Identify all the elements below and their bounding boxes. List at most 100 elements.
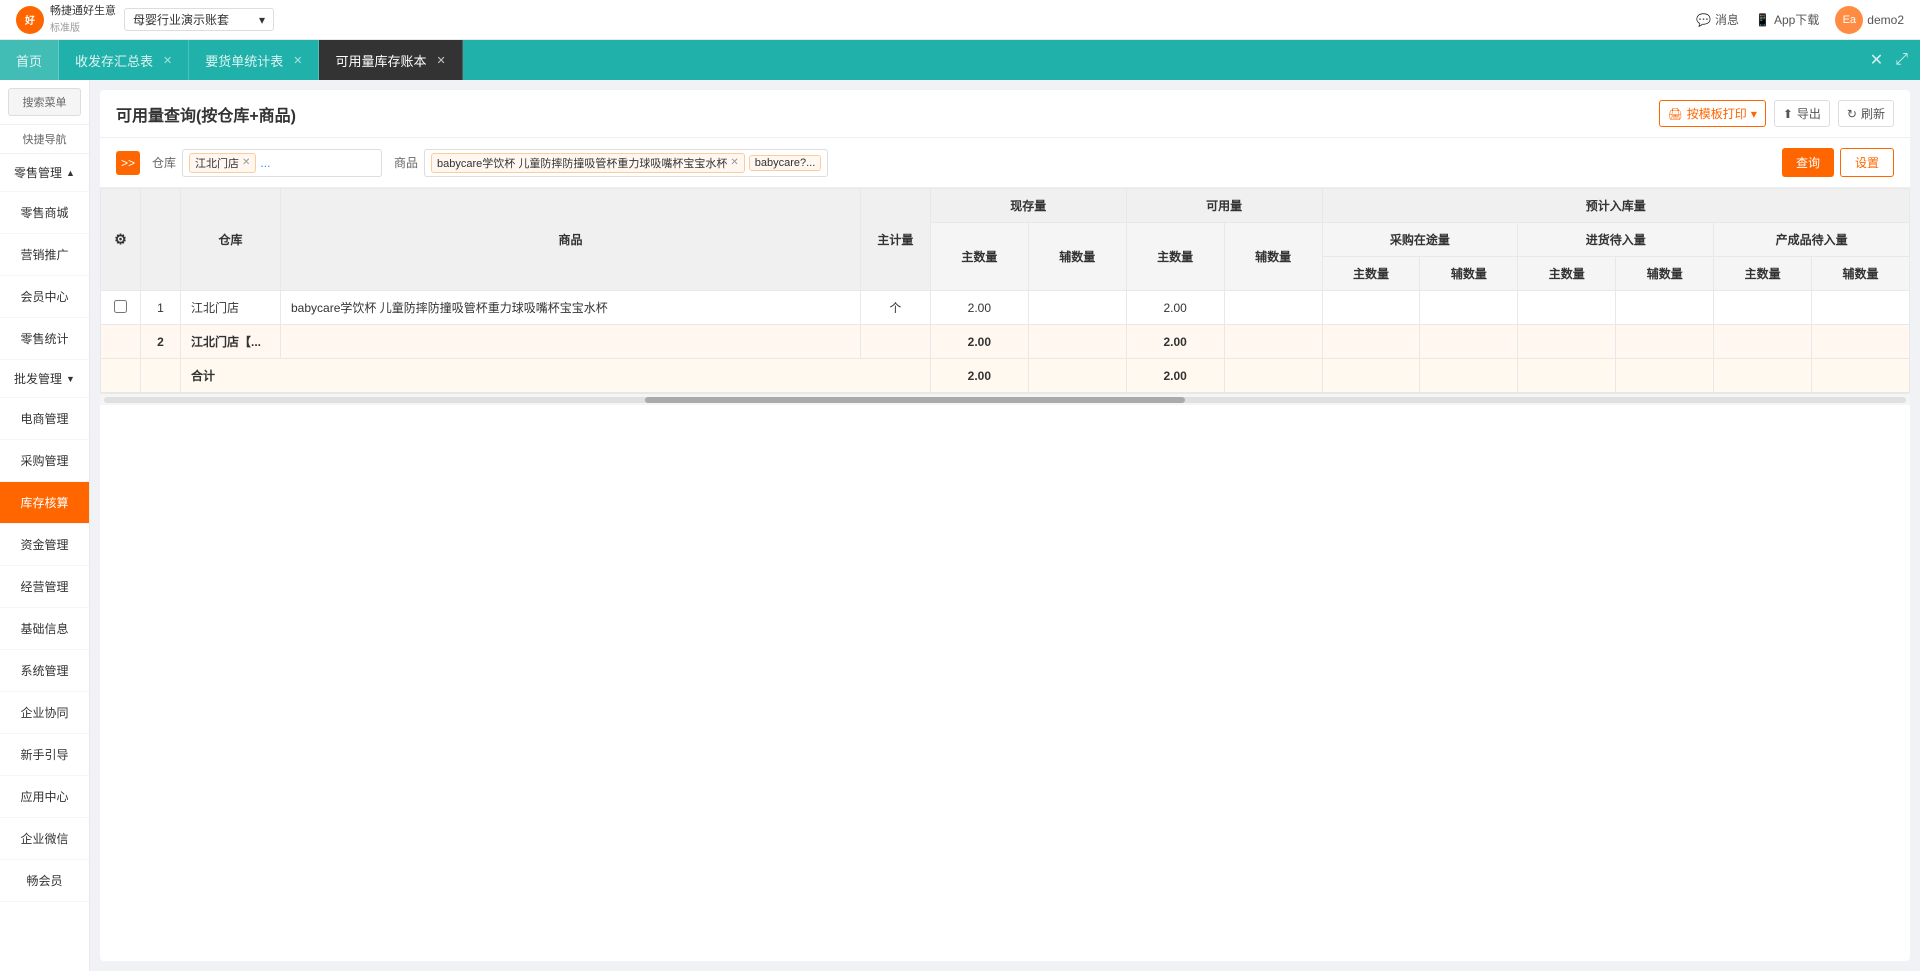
footer-purchase-main-qty bbox=[1322, 359, 1420, 393]
table-row: 1 江北门店 babycare学饮杯 儿童防摔防撞吸管杯重力球吸嘴杯宝宝水杯 个… bbox=[101, 291, 1910, 325]
th-product-aux-qty: 辅数量 bbox=[1812, 257, 1910, 291]
top-bar-left: 好 畅捷通好生意 标准版 母婴行业演示账套 ▾ bbox=[16, 5, 274, 33]
footer-current-aux-qty bbox=[1028, 359, 1126, 393]
sidebar-item-retail-mall-label: 零售商城 bbox=[20, 204, 68, 221]
th-settings[interactable]: ⚙ bbox=[101, 189, 141, 291]
th-available-main-qty: 主数量 bbox=[1126, 223, 1224, 291]
search-menu-btn[interactable]: 搜索菜单 bbox=[8, 88, 81, 116]
refresh-label: 刷新 bbox=[1861, 105, 1885, 122]
sidebar-item-retail-mall[interactable]: 零售商城 bbox=[0, 192, 89, 234]
close-all-tabs-btn[interactable]: ✕ bbox=[1866, 50, 1887, 70]
sidebar-item-member[interactable]: 畅会员 bbox=[0, 860, 89, 902]
th-row-num bbox=[141, 189, 181, 291]
sidebar-item-inventory-check[interactable]: 库存核算 bbox=[0, 482, 89, 524]
refresh-btn[interactable]: ↻ 刷新 bbox=[1838, 100, 1894, 127]
chevron-down-icon: ▾ bbox=[259, 13, 265, 27]
tab-home-label: 首页 bbox=[16, 51, 42, 70]
maximize-btn[interactable]: ⤢ bbox=[1891, 51, 1912, 69]
th-available-qty: 可用量 bbox=[1126, 189, 1322, 223]
print-template-btn[interactable]: 🖨 按模板打印 ▾ bbox=[1659, 100, 1766, 127]
product-input[interactable]: babycare学饮杯 儿童防摔防撞吸管杯重力球吸嘴杯宝宝水杯 ✕ babyca… bbox=[424, 149, 828, 177]
cell-checkbox[interactable] bbox=[101, 291, 141, 325]
footer-inbound-aux-qty bbox=[1616, 359, 1714, 393]
expand-icon: >> bbox=[121, 156, 135, 170]
logo-text-block: 畅捷通好生意 标准版 bbox=[50, 5, 116, 33]
cell-current-aux-qty-2 bbox=[1028, 325, 1126, 359]
sidebar-item-purchase-mgmt[interactable]: 采购管理 bbox=[0, 440, 89, 482]
filter-expand-btn[interactable]: >> bbox=[116, 151, 140, 175]
row-checkbox[interactable] bbox=[114, 300, 127, 313]
logo-text: 畅捷通好生意 bbox=[50, 5, 116, 18]
tab-home[interactable]: 首页 bbox=[0, 40, 59, 80]
warehouse-tag-close[interactable]: ✕ bbox=[242, 157, 250, 168]
sidebar-item-retail-stats-label: 零售统计 bbox=[20, 330, 68, 347]
message-icon: 💬 bbox=[1696, 13, 1711, 27]
tab-receipts[interactable]: 收发存汇总表 ✕ bbox=[59, 40, 189, 80]
top-bar-right: 💬 消息 📱 App下载 Ea demo2 bbox=[1696, 6, 1904, 34]
cell-product-main-qty-2 bbox=[1714, 325, 1812, 359]
tab-available-stock-label: 可用量库存账本 bbox=[335, 51, 426, 70]
warehouse-label: 仓库 bbox=[152, 154, 176, 171]
sidebar-item-marketing[interactable]: 营销推广 bbox=[0, 234, 89, 276]
logo-sub: 标准版 bbox=[50, 19, 116, 34]
sidebar-item-new-guide-label: 新手引导 bbox=[20, 746, 68, 763]
cell-current-main-qty-2: 2.00 bbox=[930, 325, 1028, 359]
export-icon: ⬆ bbox=[1783, 107, 1793, 121]
sidebar-item-basic-info[interactable]: 基础信息 bbox=[0, 608, 89, 650]
footer-label: 合计 bbox=[181, 359, 931, 393]
printer-icon: 🖨 bbox=[1668, 107, 1683, 121]
content-area: 可用量查询(按仓库+商品) 🖨 按模板打印 ▾ ⬆ 导出 ↻ 刷新 bbox=[90, 80, 1920, 971]
sidebar-item-enterprise-collab-label: 企业协同 bbox=[20, 704, 68, 721]
tab-receipts-close[interactable]: ✕ bbox=[163, 54, 172, 67]
sidebar-item-basic-info-label: 基础信息 bbox=[20, 620, 68, 637]
page-title: 可用量查询(按仓库+商品) bbox=[116, 102, 296, 126]
footer-current-main-qty: 2.00 bbox=[930, 359, 1028, 393]
product-tag-1-close[interactable]: ✕ bbox=[730, 157, 738, 168]
sidebar-item-app-center-label: 应用中心 bbox=[20, 788, 68, 805]
sidebar-item-finance-mgmt[interactable]: 资金管理 bbox=[0, 524, 89, 566]
table-container: ⚙ 仓库 商品 主计量 现存量 可用量 预计入库量 主数量 辅数量 主数量 bbox=[100, 188, 1910, 961]
sidebar-item-system-mgmt[interactable]: 系统管理 bbox=[0, 650, 89, 692]
industry-selector[interactable]: 母婴行业演示账套 ▾ bbox=[124, 8, 274, 31]
scroll-track bbox=[104, 397, 1906, 403]
sidebar-item-app-center[interactable]: 应用中心 bbox=[0, 776, 89, 818]
th-purchase-main-qty: 主数量 bbox=[1322, 257, 1420, 291]
query-btn[interactable]: 查询 bbox=[1782, 148, 1834, 177]
quick-nav-btn[interactable]: 快捷导航 bbox=[0, 125, 89, 154]
page-actions: 🖨 按模板打印 ▾ ⬆ 导出 ↻ 刷新 bbox=[1659, 100, 1894, 127]
page-header: 可用量查询(按仓库+商品) 🖨 按模板打印 ▾ ⬆ 导出 ↻ 刷新 bbox=[100, 90, 1910, 138]
tab-available-stock[interactable]: 可用量库存账本 ✕ bbox=[319, 40, 462, 80]
footer-empty-2 bbox=[141, 359, 181, 393]
user-profile[interactable]: Ea demo2 bbox=[1835, 6, 1904, 34]
tab-order-stats[interactable]: 要货单统计表 ✕ bbox=[189, 40, 319, 80]
th-purchase-aux-qty: 辅数量 bbox=[1420, 257, 1518, 291]
sidebar-item-new-guide[interactable]: 新手引导 bbox=[0, 734, 89, 776]
sidebar-item-ecommerce-mgmt[interactable]: 电商管理 bbox=[0, 398, 89, 440]
setting-btn[interactable]: 设置 bbox=[1840, 148, 1894, 177]
tab-available-stock-close[interactable]: ✕ bbox=[437, 54, 446, 67]
sidebar-item-retail-mgmt[interactable]: 零售管理 ▲ bbox=[0, 154, 89, 192]
export-btn[interactable]: ⬆ 导出 bbox=[1774, 100, 1830, 127]
sidebar-item-enterprise-collab[interactable]: 企业协同 bbox=[0, 692, 89, 734]
sidebar-item-retail-stats[interactable]: 零售统计 bbox=[0, 318, 89, 360]
sidebar-item-inventory-check-label: 库存核算 bbox=[20, 494, 68, 511]
cell-purchase-main-qty-2 bbox=[1322, 325, 1420, 359]
sidebar-item-wholesale-mgmt[interactable]: 批发管理 ▼ bbox=[0, 360, 89, 398]
warehouse-input[interactable]: 江北门店 ✕ ... bbox=[182, 149, 382, 177]
th-current-main-qty: 主数量 bbox=[930, 223, 1028, 291]
th-planned-inbound: 预计入库量 bbox=[1322, 189, 1909, 223]
sidebar-item-operations-mgmt[interactable]: 经营管理 bbox=[0, 566, 89, 608]
sidebar-item-retail-mgmt-label: 零售管理 bbox=[14, 164, 62, 181]
product-tag-2-text: babycare?... bbox=[755, 157, 816, 169]
sidebar-item-member-center[interactable]: 会员中心 bbox=[0, 276, 89, 318]
message-btn[interactable]: 💬 消息 bbox=[1696, 11, 1739, 28]
app-download-btn[interactable]: 📱 App下载 bbox=[1755, 11, 1819, 28]
th-inbound-main-qty: 主数量 bbox=[1518, 257, 1616, 291]
horizontal-scrollbar[interactable] bbox=[100, 393, 1910, 405]
product-filter-group: 商品 babycare学饮杯 儿童防摔防撞吸管杯重力球吸嘴杯宝宝水杯 ✕ bab… bbox=[394, 149, 828, 177]
warehouse-more[interactable]: ... bbox=[260, 156, 270, 170]
sidebar-item-system-mgmt-label: 系统管理 bbox=[20, 662, 68, 679]
tab-order-stats-close[interactable]: ✕ bbox=[293, 54, 302, 67]
tab-receipts-label: 收发存汇总表 bbox=[75, 51, 153, 70]
sidebar-item-enterprise-wechat[interactable]: 企业微信 bbox=[0, 818, 89, 860]
